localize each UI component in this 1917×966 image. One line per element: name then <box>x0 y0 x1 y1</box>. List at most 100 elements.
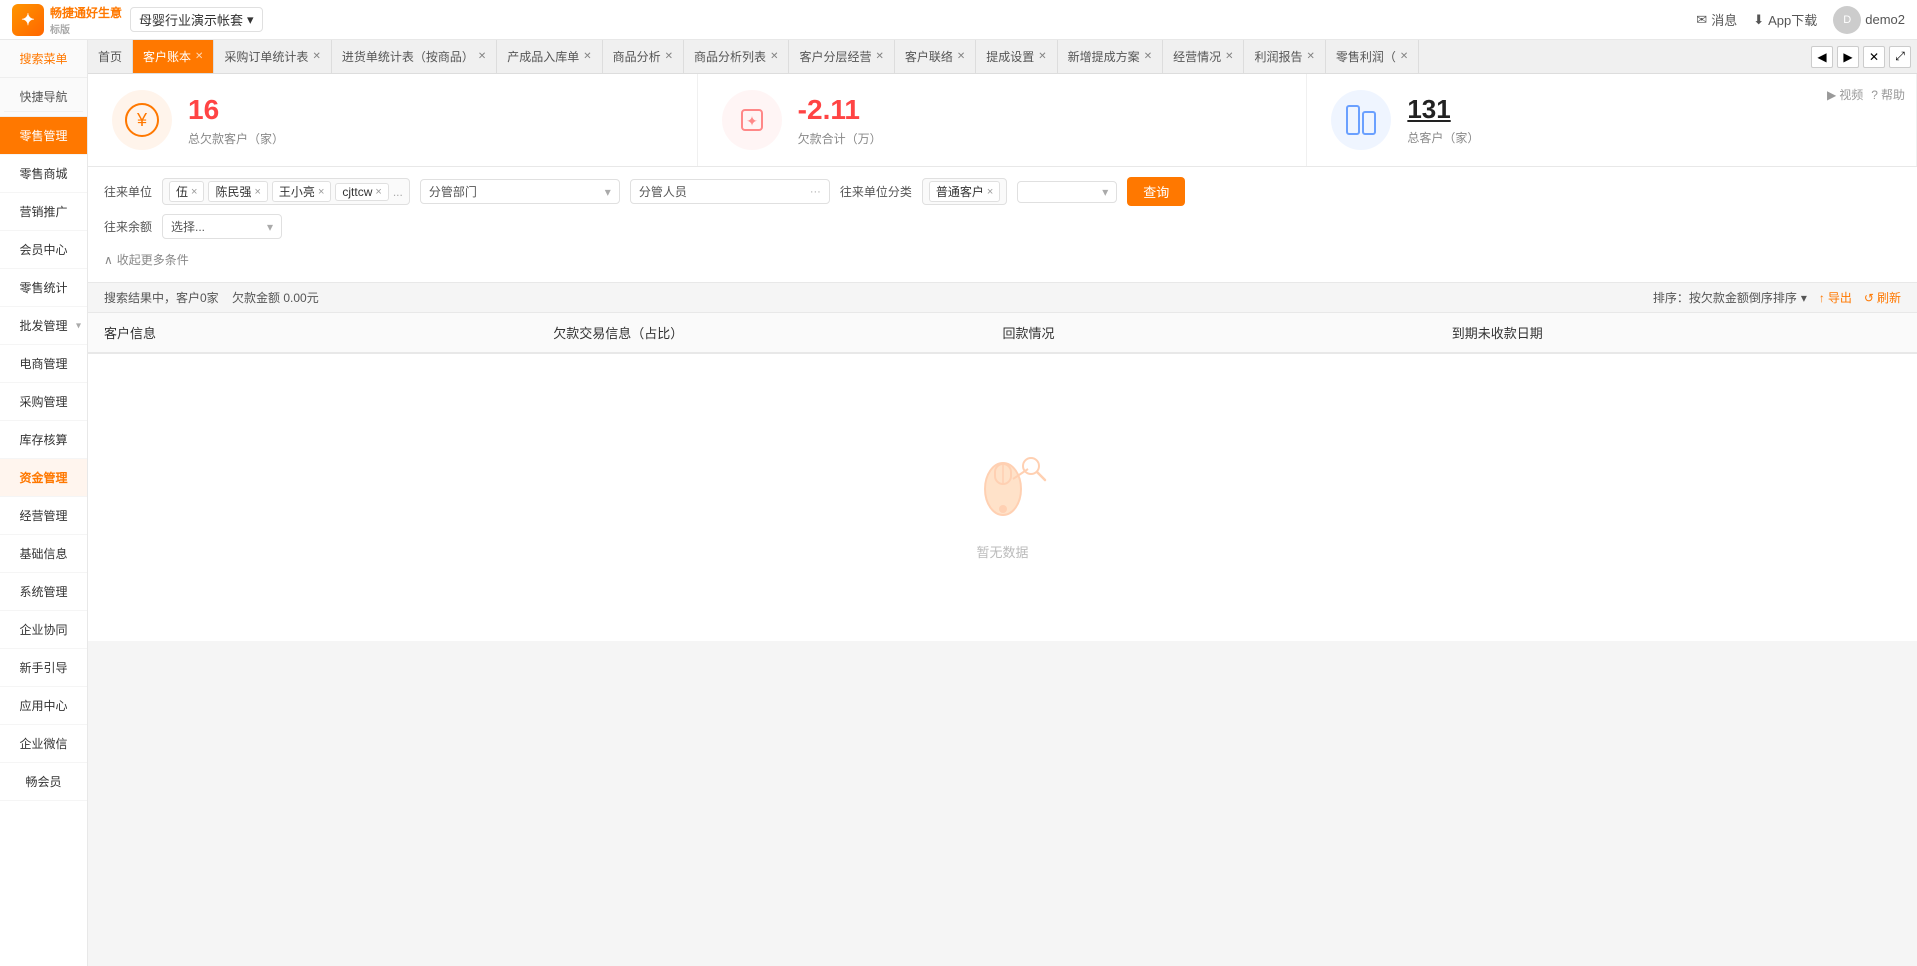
remove-tag-cjttcw[interactable]: × <box>375 186 381 198</box>
filter-tag-chen[interactable]: 陈民强 × <box>208 181 267 202</box>
sidebar-item-finance[interactable]: 资金管理 <box>0 459 87 497</box>
sidebar-item-retail-stats[interactable]: 零售统计 <box>0 269 87 307</box>
expand-icon: ▾ <box>76 320 81 331</box>
data-table: 客户信息 欠款交易信息（占比） 回款情况 到期未收款日期 <box>88 313 1917 641</box>
remove-tag-wang[interactable]: × <box>318 186 324 198</box>
sidebar-item-corp-collab[interactable]: 企业协同 <box>0 611 87 649</box>
help-btn[interactable]: ? 帮助 <box>1871 86 1905 103</box>
remove-tag-wu[interactable]: × <box>191 186 197 198</box>
tab-customer-segment[interactable]: 客户分层经营 ✕ <box>789 40 894 74</box>
sidebar-item-wholesale-mgmt[interactable]: 批发管理 ▾ <box>0 307 87 345</box>
tab-close-icon[interactable]: ✕ <box>1038 51 1046 62</box>
workspace-selector[interactable]: 母婴行业演示帐套 ▾ <box>130 7 263 32</box>
app-download-btn[interactable]: ⬇ App下载 <box>1753 10 1817 29</box>
app-sub: 标版 <box>50 21 122 36</box>
tab-customer-contact[interactable]: 客户联络 ✕ <box>895 40 976 74</box>
filter-tag-cjttcw[interactable]: cjttcw × <box>335 183 388 201</box>
tab-reminder-settings[interactable]: 提成设置 ✕ <box>976 40 1057 74</box>
sidebar-item-purchase-mgmt[interactable]: 采购管理 <box>0 383 87 421</box>
tab-close-icon[interactable]: ✕ <box>1225 51 1233 62</box>
sidebar-item-ecommerce[interactable]: 电商管理 <box>0 345 87 383</box>
tab-retail-profit[interactable]: 零售利润（ ✕ <box>1326 40 1419 74</box>
messages-btn[interactable]: ✉ 消息 <box>1696 10 1737 29</box>
user-avatar[interactable]: D demo2 <box>1833 6 1905 34</box>
sidebar-item-marketing[interactable]: 营销推广 <box>0 193 87 231</box>
tab-home[interactable]: 首页 <box>88 40 133 74</box>
tab-close-icon[interactable]: ✕ <box>1307 51 1315 62</box>
logo-area: ✦ 畅捷通好生意 标版 <box>12 4 122 36</box>
video-btn[interactable]: ▶ 视频 <box>1827 86 1863 103</box>
tab-label: 零售利润（ <box>1336 48 1396 65</box>
sidebar-item-vip-member[interactable]: 畅会员 <box>0 763 87 801</box>
tab-inbound-stats[interactable]: 进货单统计表（按商品） ✕ <box>332 40 497 74</box>
tab-purchase-order-stats[interactable]: 采购订单统计表 ✕ <box>214 40 331 74</box>
sidebar-item-sys-mgmt[interactable]: 系统管理 <box>0 573 87 611</box>
sidebar-item-label: 零售管理 <box>6 127 81 144</box>
tab-production-inbound[interactable]: 产成品入库单 ✕ <box>497 40 602 74</box>
tab-close-icon[interactable]: ✕ <box>957 51 965 62</box>
sidebar-item-app-center[interactable]: 应用中心 <box>0 687 87 725</box>
tab-close-icon[interactable]: ✕ <box>875 51 883 62</box>
sidebar-item-operations[interactable]: 经营管理 <box>0 497 87 535</box>
tab-expand-btn[interactable]: ⤢ <box>1889 46 1911 68</box>
sub-department-select[interactable]: 分管部门 ▾ <box>420 179 620 204</box>
remove-tag-ordinary[interactable]: × <box>987 186 993 198</box>
tab-new-solution[interactable]: 新增提成方案 ✕ <box>1058 40 1163 74</box>
sidebar-item-inventory[interactable]: 库存核算 <box>0 421 87 459</box>
tab-close-icon[interactable]: ✕ <box>583 51 591 62</box>
export-btn[interactable]: ↑ 导出 <box>1819 289 1852 306</box>
collapse-filters-btn[interactable]: ∧ 收起更多条件 <box>104 251 1901 268</box>
sidebar-item-new-guide[interactable]: 新手引导 <box>0 649 87 687</box>
tab-close-icon[interactable]: ✕ <box>770 51 778 62</box>
sub-person-select[interactable]: 分管人员 ··· <box>630 179 830 204</box>
results-right: 排序：按欠款金额倒序排序 ▾ ↑ 导出 ↺ 刷新 <box>1653 289 1901 306</box>
quick-nav-btn[interactable]: 快捷导航 <box>4 82 83 112</box>
tab-label: 客户分层经营 <box>799 48 871 65</box>
overdue-total-label: 欠款合计（万） <box>798 130 882 147</box>
tab-scroll-right-btn[interactable]: ▶ <box>1837 46 1859 68</box>
tab-label: 经营情况 <box>1173 48 1221 65</box>
stat-overdue-customers-info: 16 总欠款客户（家） <box>188 93 284 148</box>
logo-icon: ✦ <box>12 4 44 36</box>
sidebar-item-retail-mgmt[interactable]: 零售管理 <box>0 117 87 155</box>
refresh-btn[interactable]: ↺ 刷新 <box>1864 289 1901 306</box>
filter-more-tags[interactable]: ... <box>393 185 403 199</box>
total-customers-label: 总客户（家） <box>1407 129 1479 146</box>
sidebar-item-retail-shop[interactable]: 零售商城 <box>0 155 87 193</box>
sidebar-item-corp-wechat[interactable]: 企业微信 <box>0 725 87 763</box>
tab-close-icon[interactable]: ✕ <box>1400 51 1408 62</box>
tab-product-analysis[interactable]: 商品分析 ✕ <box>603 40 684 74</box>
tab-label: 提成设置 <box>986 48 1034 65</box>
filter-area: 往来单位 伍 × 陈民强 × 王小亮 × <box>88 167 1917 283</box>
tab-close-icon[interactable]: ✕ <box>312 51 320 62</box>
sidebar-item-member-center[interactable]: 会员中心 <box>0 231 87 269</box>
col-overdue-info: 欠款交易信息（占比） <box>553 323 1002 342</box>
tab-operations-status[interactable]: 经营情况 ✕ <box>1163 40 1244 74</box>
tab-close-icon[interactable]: ✕ <box>1144 51 1152 62</box>
col-overdue-date: 到期未收款日期 <box>1452 323 1901 342</box>
stats-banner: ¥ 16 总欠款客户（家） ✦ -2.11 欠款合计（万） <box>88 74 1917 167</box>
tab-scroll-left-btn[interactable]: ◀ <box>1811 46 1833 68</box>
tab-close-icon[interactable]: ✕ <box>478 51 486 62</box>
filter-tag-wu[interactable]: 伍 × <box>169 181 204 202</box>
chevron-down-icon: ▾ <box>1801 291 1807 305</box>
filter-tag-wang[interactable]: 王小亮 × <box>272 181 331 202</box>
tab-close-customer-account[interactable]: ✕ <box>195 51 203 62</box>
query-btn[interactable]: 查询 <box>1127 177 1185 206</box>
tab-close-all-btn[interactable]: ✕ <box>1863 46 1885 68</box>
ellipsis-icon: ··· <box>810 186 821 198</box>
unit-category-dropdown[interactable]: ▾ <box>1017 181 1117 203</box>
col-repayment: 回款情况 <box>1003 323 1452 342</box>
tab-label: 商品分析 <box>613 48 661 65</box>
sort-select[interactable]: 排序：按欠款金额倒序排序 ▾ <box>1653 289 1807 306</box>
tab-profit-report[interactable]: 利润报告 ✕ <box>1244 40 1325 74</box>
tab-product-analysis-list[interactable]: 商品分析列表 ✕ <box>684 40 789 74</box>
remove-tag-chen[interactable]: × <box>254 186 260 198</box>
search-menu-btn[interactable]: 搜索菜单 <box>6 46 81 71</box>
sidebar-item-basic-info[interactable]: 基础信息 <box>0 535 87 573</box>
balance-select[interactable]: 选择... ▾ <box>162 214 282 239</box>
tab-close-icon[interactable]: ✕ <box>665 51 673 62</box>
header-left: ✦ 畅捷通好生意 标版 母婴行业演示帐套 ▾ <box>12 4 263 36</box>
filter-tag-ordinary-customer[interactable]: 普通客户 × <box>929 181 1000 202</box>
tab-customer-account[interactable]: 客户账本 ✕ <box>133 40 214 74</box>
